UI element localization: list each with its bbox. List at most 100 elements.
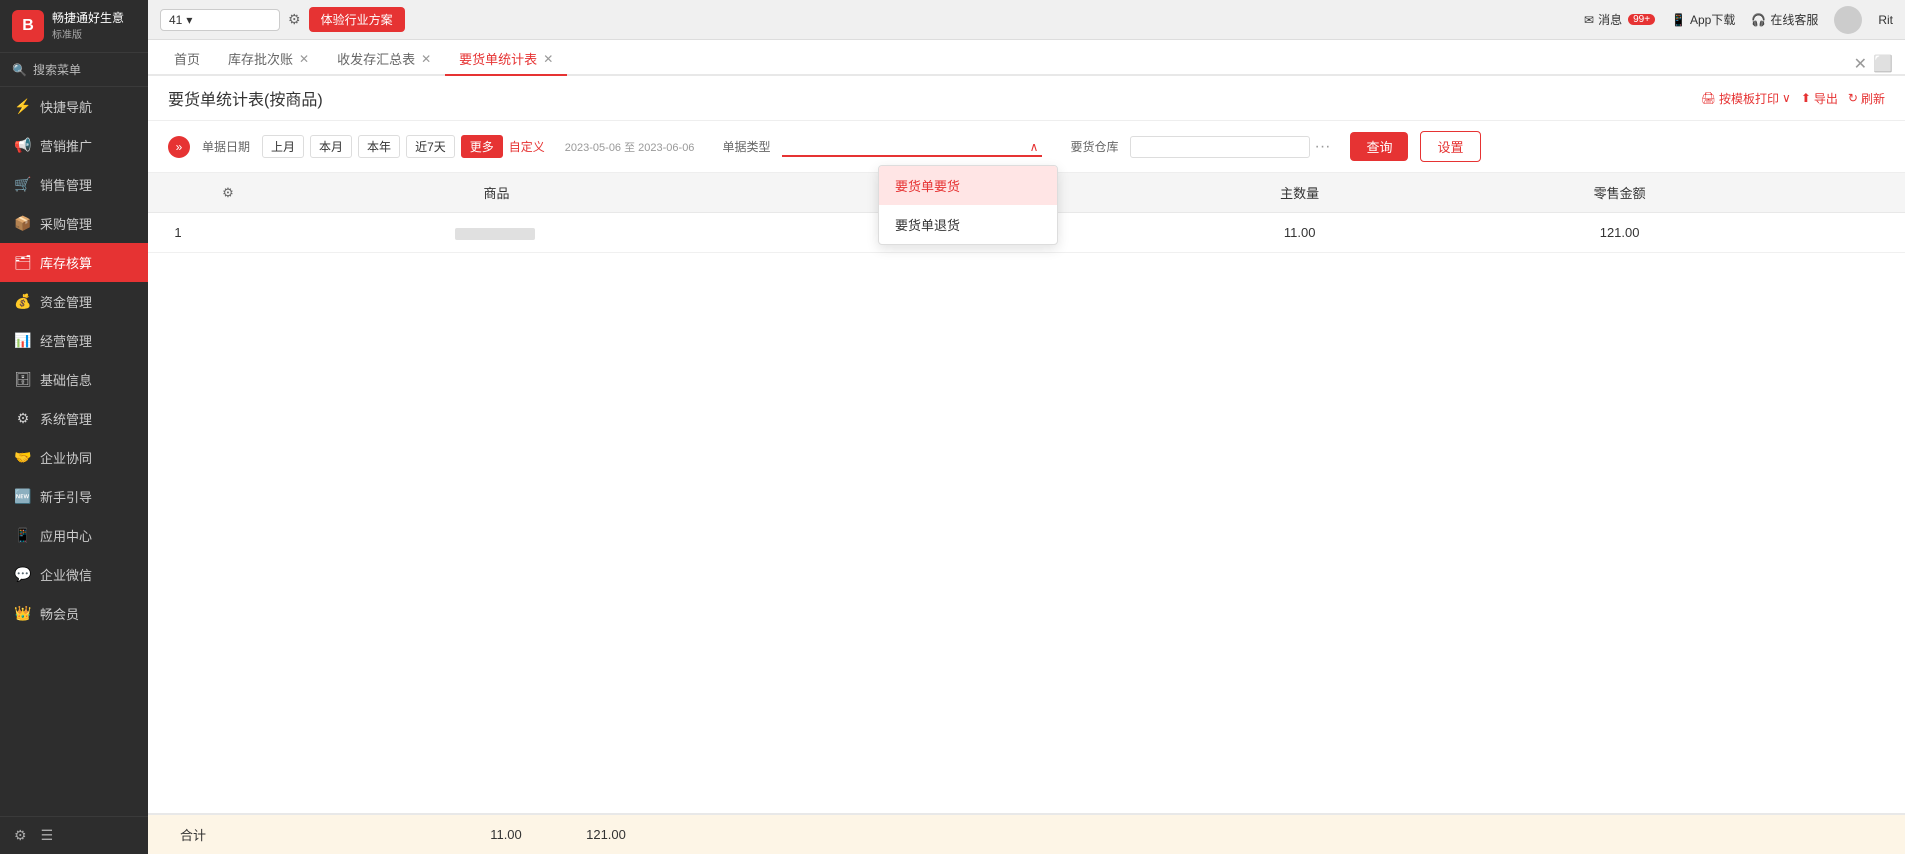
settings-icon[interactable]: ⚙ bbox=[14, 827, 27, 844]
print-label: 按模板打印 bbox=[1719, 90, 1779, 107]
sidebar-icon-finance: 💰 bbox=[14, 293, 32, 311]
print-arrow-icon: ∨ bbox=[1782, 91, 1791, 105]
tab-receive-summary-close[interactable]: ✕ bbox=[421, 52, 431, 66]
date-range-display: 2023-05-06 至 2023-06-06 bbox=[565, 142, 695, 154]
expand-filter-button[interactable]: » bbox=[168, 136, 190, 158]
date-this-year-btn[interactable]: 本年 bbox=[358, 135, 400, 158]
user-avatar[interactable] bbox=[1834, 6, 1862, 34]
sidebar-item-base-info[interactable]: 🗄基础信息 bbox=[0, 360, 148, 399]
page-title: 要货单统计表(按商品) bbox=[168, 86, 323, 120]
sidebar-label-guide: 新手引导 bbox=[40, 487, 92, 506]
trial-button[interactable]: 体验行业方案 bbox=[309, 7, 405, 32]
export-icon: ⬆ bbox=[1801, 91, 1811, 105]
user-name: Rit bbox=[1878, 13, 1893, 27]
main-area: 41 ▾ ⚙ 体验行业方案 ✉ 消息 99+ 📱 App下载 🎧 在线客服 Ri… bbox=[148, 0, 1905, 854]
sidebar-item-sales[interactable]: 🛒销售管理 bbox=[0, 165, 148, 204]
sidebar-label-wechat: 企业微信 bbox=[40, 565, 92, 584]
sidebar-nav: ⚡快捷导航📢营销推广🛒销售管理📦采购管理🗂库存核算 💰 资金管理 📊经营管理🗄基础信息… bbox=[0, 87, 148, 816]
query-button[interactable]: 查询 bbox=[1350, 132, 1408, 161]
page-title-bar: 要货单统计表(按商品) 🖨 按模板打印 ∨ ⬆ 导出 ↻ 刷新 bbox=[148, 76, 1905, 121]
dropdown-order-goods-label: 要货单要货 bbox=[895, 179, 960, 194]
tab-order-summary[interactable]: 要货单统计表 ✕ bbox=[445, 43, 567, 76]
date-custom-btn[interactable]: 自定义 bbox=[509, 138, 545, 155]
sidebar-item-guide[interactable]: 🆕 新手引导 bbox=[0, 477, 148, 516]
company-selector[interactable]: 41 ▾ bbox=[160, 9, 280, 31]
th-gear[interactable]: ⚙ bbox=[208, 173, 248, 213]
export-label: 导出 bbox=[1814, 90, 1838, 107]
tab-home-label: 首页 bbox=[174, 49, 200, 68]
dropdown-item-order-return[interactable]: 要货单退货 bbox=[879, 205, 1057, 244]
date-last-month-btn[interactable]: 上月 bbox=[262, 135, 304, 158]
tab-receive-summary-label: 收发存汇总表 bbox=[337, 49, 415, 68]
sidebar-icon-wechat: 💬 bbox=[14, 566, 32, 584]
dropdown-item-order-goods[interactable]: 要货单要货 bbox=[879, 166, 1057, 205]
app-download-button[interactable]: 📱 App下载 bbox=[1671, 11, 1735, 28]
tab-inventory-batch[interactable]: 库存批次账 ✕ bbox=[214, 43, 323, 76]
sidebar-item-system[interactable]: ⚙系统管理 bbox=[0, 399, 148, 438]
th-seq bbox=[148, 173, 208, 213]
print-button[interactable]: 🖨 按模板打印 ∨ bbox=[1701, 90, 1791, 107]
tab-inventory-batch-close[interactable]: ✕ bbox=[299, 52, 309, 66]
sidebar-label-quick-nav: 快捷导航 bbox=[40, 97, 92, 116]
sidebar-label-purchase: 采购管理 bbox=[40, 214, 92, 233]
sidebar-label-inventory: 库存核算 bbox=[40, 253, 92, 272]
refresh-button[interactable]: ↻ 刷新 bbox=[1848, 90, 1885, 107]
date-shortcuts: 上月 本月 本年 近7天 更多 自定义 bbox=[262, 135, 545, 158]
sidebar-item-quick-nav[interactable]: ⚡快捷导航 bbox=[0, 87, 148, 126]
sidebar-item-purchase[interactable]: 📦采购管理 bbox=[0, 204, 148, 243]
title-actions: 🖨 按模板打印 ∨ ⬆ 导出 ↻ 刷新 bbox=[1701, 90, 1885, 117]
top-header: 41 ▾ ⚙ 体验行业方案 ✉ 消息 99+ 📱 App下载 🎧 在线客服 Ri… bbox=[148, 0, 1905, 40]
logo-icon: B bbox=[12, 10, 44, 42]
sidebar-label-app-center: 应用中心 bbox=[40, 526, 92, 545]
tab-home[interactable]: 首页 bbox=[160, 43, 214, 76]
sidebar-item-marketing[interactable]: 📢营销推广 bbox=[0, 126, 148, 165]
type-select-arrow-icon[interactable]: ∧ bbox=[1030, 140, 1039, 154]
window-buttons: ✕ ⬜ bbox=[1854, 54, 1893, 74]
table-container: ⚙ 商品 主计量单位 主数量 零售金额 1 块 11.00 121.00 bbox=[148, 173, 1905, 813]
sidebar-icon-app-center: 📱 bbox=[14, 527, 32, 545]
sidebar-label-finance: 资金管理 bbox=[40, 292, 92, 311]
maximize-button[interactable]: ⬜ bbox=[1873, 54, 1893, 74]
th-empty bbox=[1795, 173, 1905, 213]
type-filter-label: 单据类型 bbox=[722, 138, 770, 155]
online-service-button[interactable]: 🎧 在线客服 bbox=[1751, 11, 1818, 28]
logo-area: B 畅捷通好生意 标准版 bbox=[0, 0, 148, 53]
set-button[interactable]: 设置 bbox=[1420, 131, 1480, 162]
search-menu-item[interactable]: 🔍 搜索菜单 bbox=[0, 53, 148, 87]
sidebar-item-inventory[interactable]: 🗂库存核算 bbox=[0, 243, 148, 282]
export-button[interactable]: ⬆ 导出 bbox=[1801, 90, 1838, 107]
sidebar-item-operations[interactable]: 📊经营管理 bbox=[0, 321, 148, 360]
sidebar-item-app-center[interactable]: 📱 应用中心 bbox=[0, 516, 148, 555]
refresh-label: 刷新 bbox=[1861, 90, 1885, 107]
sidebar-icon-system: ⚙ bbox=[14, 410, 32, 428]
tab-receive-summary[interactable]: 收发存汇总表 ✕ bbox=[323, 43, 445, 76]
sidebar-icon-guide: 🆕 bbox=[14, 488, 32, 506]
logo-title: 畅捷通好生意 bbox=[52, 11, 124, 27]
date-this-month-btn[interactable]: 本月 bbox=[310, 135, 352, 158]
expand-icon: » bbox=[176, 140, 183, 154]
warehouse-filter-label: 要货仓库 bbox=[1070, 138, 1118, 155]
tab-order-summary-close[interactable]: ✕ bbox=[543, 52, 553, 66]
sidebar-item-vip[interactable]: 👑畅会员 bbox=[0, 594, 148, 633]
date-last-7days-btn[interactable]: 近7天 bbox=[406, 135, 455, 158]
date-more-btn[interactable]: 更多 bbox=[461, 135, 503, 158]
sidebar-item-cooperation[interactable]: 🤝企业协同 bbox=[0, 438, 148, 477]
search-menu-label: 搜索菜单 bbox=[33, 61, 81, 78]
type-select-input[interactable] bbox=[782, 137, 1042, 157]
warehouse-input[interactable] bbox=[1130, 136, 1310, 158]
total-main-qty: 11.00 bbox=[456, 827, 556, 842]
collapse-icon[interactable]: ☰ bbox=[41, 827, 54, 844]
settings-button[interactable]: ⚙ bbox=[288, 11, 301, 28]
sidebar-item-wechat[interactable]: 💬 企业微信 bbox=[0, 555, 148, 594]
minimize-button[interactable]: ✕ bbox=[1854, 54, 1867, 74]
sidebar-item-finance[interactable]: 💰 资金管理 bbox=[0, 282, 148, 321]
sidebar-label-operations: 经营管理 bbox=[40, 331, 92, 350]
total-sale-amount: 121.00 bbox=[556, 827, 656, 842]
messages-button[interactable]: ✉ 消息 99+ bbox=[1584, 11, 1655, 28]
sidebar-icon-sales: 🛒 bbox=[14, 176, 32, 194]
print-icon: 🖨 bbox=[1701, 91, 1716, 105]
tab-bar: 首页 库存批次账 ✕ 收发存汇总表 ✕ 要货单统计表 ✕ ✕ ⬜ bbox=[148, 40, 1905, 76]
tab-order-summary-label: 要货单统计表 bbox=[459, 49, 537, 68]
sidebar-bottom: ⚙ ☰ bbox=[0, 816, 148, 854]
warehouse-more-icon[interactable]: ··· bbox=[1314, 138, 1330, 156]
